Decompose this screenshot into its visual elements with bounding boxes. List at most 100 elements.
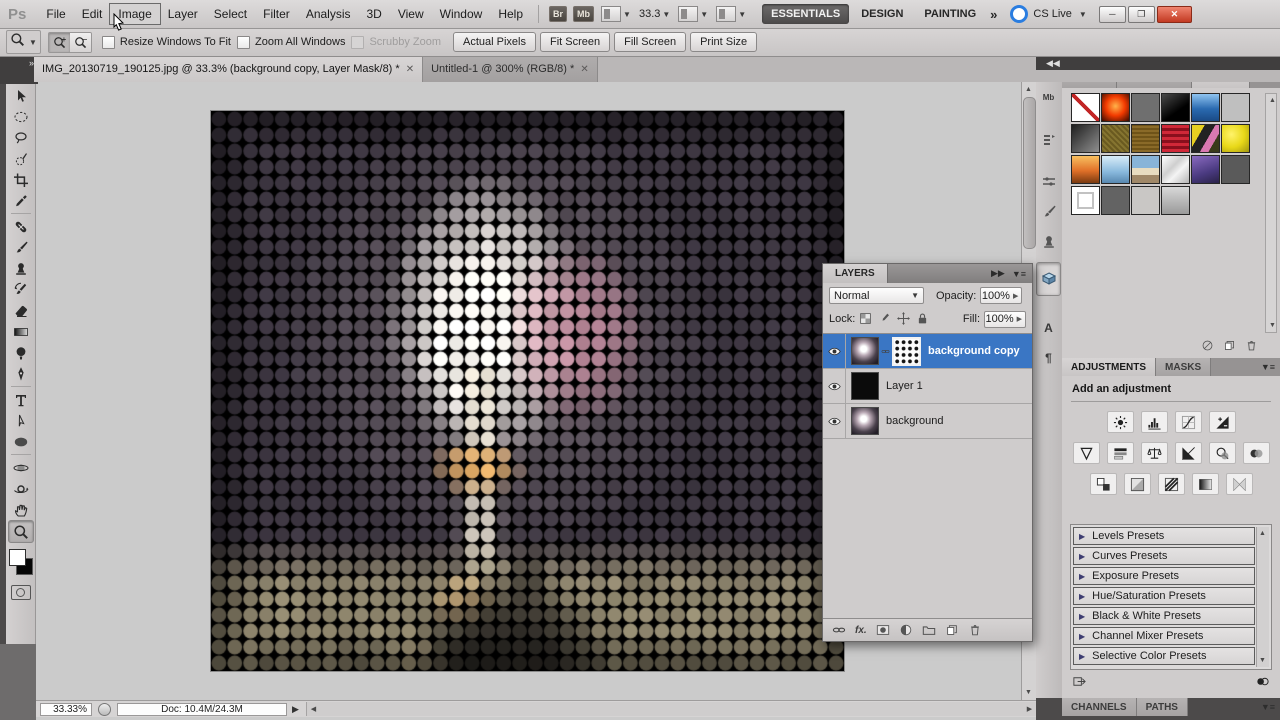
invert-button[interactable] (1089, 473, 1117, 495)
style-swatch-4[interactable] (1161, 93, 1190, 122)
layers-tab[interactable]: LAYERS (823, 264, 888, 283)
move-tool[interactable] (9, 85, 33, 106)
zoom-in-button[interactable]: + (48, 32, 70, 52)
history-panel-button[interactable] (1037, 128, 1060, 151)
style-swatch-18[interactable] (1221, 155, 1250, 184)
healing-tool[interactable] (9, 216, 33, 237)
vertical-scroll-thumb[interactable] (1023, 97, 1036, 249)
posterize-button[interactable] (1123, 473, 1151, 495)
quick-mask-button[interactable] (10, 585, 31, 600)
style-swatch-22[interactable] (1161, 186, 1190, 215)
gradient-map-button[interactable] (1191, 473, 1219, 495)
style-swatch-14[interactable] (1101, 155, 1130, 184)
shape-tool[interactable] (9, 431, 33, 452)
zoom-out-button[interactable]: − (69, 32, 91, 52)
style-swatch-11[interactable] (1191, 124, 1220, 153)
menu-help[interactable]: Help (490, 4, 531, 24)
horizontal-scrollbar[interactable]: ◀ ▶ (305, 702, 1036, 716)
dodge-tool[interactable] (9, 342, 33, 363)
workspace-painting[interactable]: PAINTING (915, 4, 985, 24)
brush-tool[interactable] (9, 237, 33, 258)
tab-paths[interactable]: PATHS (1136, 698, 1188, 716)
document-tab[interactable]: Untitled-1 @ 300% (RGB/8) * ✕ (423, 56, 598, 82)
layer-visibility-toggle[interactable] (823, 334, 846, 368)
lock-position-button[interactable] (897, 312, 911, 326)
menu-edit[interactable]: Edit (74, 4, 111, 24)
paragraph-panel-button[interactable]: ¶ (1037, 346, 1060, 369)
eyedropper-tool[interactable] (9, 190, 33, 211)
levels-button[interactable] (1140, 411, 1168, 433)
preset-curves-presets[interactable]: ▶ Curves Presets (1073, 547, 1255, 565)
panel-menu-icon[interactable]: ▼≡ (1261, 358, 1280, 376)
hue-saturation-button[interactable] (1106, 442, 1134, 464)
layer-style-button[interactable]: fx. (855, 625, 867, 636)
photo-filter-button[interactable] (1208, 442, 1236, 464)
menu-select[interactable]: Select (206, 4, 255, 24)
launch-mini-bridge-button[interactable]: Mb (573, 6, 595, 22)
quick-select-tool[interactable] (9, 148, 33, 169)
checkbox-zoom-all-windows[interactable]: Zoom All Windows (236, 35, 345, 49)
clip-to-layer-icon[interactable] (1255, 674, 1270, 694)
eraser-tool[interactable] (9, 300, 33, 321)
current-tool-badge[interactable]: ▼ (6, 30, 41, 54)
minimize-button[interactable]: ─ (1098, 5, 1126, 23)
exposure-button[interactable] (1208, 411, 1236, 433)
workspace-essentials[interactable]: ESSENTIALS (762, 4, 850, 24)
style-swatch-7[interactable] (1071, 124, 1100, 153)
gradient-tool[interactable] (9, 321, 33, 342)
menu-window[interactable]: Window (432, 4, 491, 24)
preset-channel-mixer-presets[interactable]: ▶ Channel Mixer Presets (1073, 627, 1255, 645)
new-layer-button[interactable] (945, 623, 959, 637)
tab-masks[interactable]: MASKS (1156, 358, 1212, 376)
lock-image-button[interactable] (878, 312, 892, 326)
style-swatch-13[interactable] (1071, 155, 1100, 184)
vibrance-button[interactable] (1072, 442, 1100, 464)
style-swatch-15[interactable] (1131, 155, 1160, 184)
layer-visibility-toggle[interactable] (823, 404, 846, 438)
threshold-button[interactable] (1157, 473, 1185, 495)
presets-scrollbar[interactable]: ▲ ▼ (1256, 527, 1269, 667)
preset-selective-color-presets[interactable]: ▶ Selective Color Presets (1073, 647, 1255, 665)
spinner-arrow-icon[interactable]: ▶ (1013, 292, 1018, 300)
tab-channels[interactable]: CHANNELS (1062, 698, 1137, 716)
brightness-contrast-button[interactable] (1106, 411, 1134, 433)
print-size-button[interactable]: Print Size (690, 32, 758, 52)
fill-field[interactable]: 100% ▶ (984, 310, 1026, 328)
checkbox-resize-windows-to-fit[interactable]: Resize Windows To Fit (101, 35, 231, 49)
style-swatch-20[interactable] (1101, 186, 1130, 215)
scroll-up-arrow[interactable]: ▲ (1257, 527, 1268, 540)
style-swatch-16[interactable] (1161, 155, 1190, 184)
style-swatch-2[interactable] (1101, 93, 1130, 122)
pen-tool[interactable] (9, 363, 33, 384)
scroll-up-arrow[interactable]: ▲ (1022, 83, 1035, 96)
launch-bridge-button[interactable]: Br (549, 6, 568, 22)
collapse-panel-icon[interactable]: ▶▶ (991, 268, 1005, 279)
styles-scrollbar[interactable]: ▲ ▼ (1265, 93, 1277, 333)
tab-adjustments[interactable]: ADJUSTMENTS (1062, 358, 1157, 376)
menu-3d[interactable]: 3D (359, 4, 390, 24)
style-swatch-6[interactable] (1221, 93, 1250, 122)
scroll-right-arrow[interactable]: ▶ (1023, 702, 1036, 716)
crop-tool[interactable] (9, 169, 33, 190)
zoom-level-dropdown[interactable]: 33.3 ▼ (639, 8, 670, 20)
zoom-tool[interactable] (7, 520, 34, 543)
preset-hue-saturation-presets[interactable]: ▶ Hue/Saturation Presets (1073, 587, 1255, 605)
preset-levels-presets[interactable]: ▶ Levels Presets (1073, 527, 1255, 545)
style-swatch-8[interactable] (1101, 124, 1130, 153)
layer-thumbnail[interactable] (851, 372, 879, 400)
new-adjustment-button[interactable] (899, 623, 913, 637)
spinner-arrow-icon[interactable]: ▶ (1017, 315, 1022, 323)
curves-button[interactable] (1174, 411, 1202, 433)
new-layer-button[interactable] (1223, 339, 1236, 352)
color-balance-button[interactable] (1140, 442, 1168, 464)
path-select-tool[interactable] (9, 410, 33, 431)
layer-visibility-toggle[interactable] (823, 369, 846, 403)
type-tool[interactable] (9, 389, 33, 410)
menu-image[interactable]: Image (109, 3, 161, 25)
preset-exposure-presets[interactable]: ▶ Exposure Presets (1073, 567, 1255, 585)
layer-row-background[interactable]: background (823, 404, 1032, 439)
black-white-button[interactable] (1174, 442, 1202, 464)
document-canvas[interactable] (210, 110, 845, 672)
history-brush-tool[interactable] (9, 279, 33, 300)
tool-presets-panel-button[interactable] (1037, 170, 1060, 193)
